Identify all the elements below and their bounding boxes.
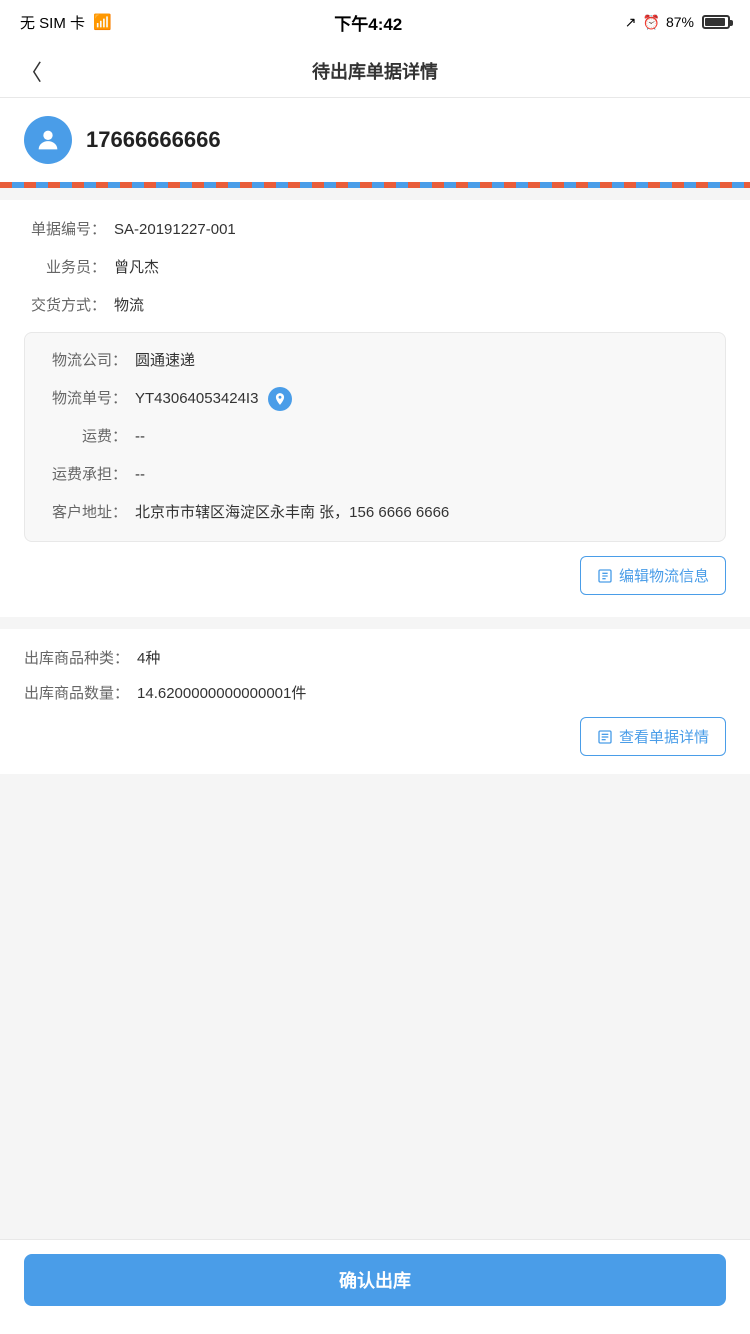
wifi-icon: 📶 <box>93 13 112 31</box>
status-left: 无 SIM 卡 📶 <box>20 12 112 33</box>
logistics-card: 物流公司： 圆通速递 物流单号： YT43064053424I3 运费： -- <box>24 332 726 542</box>
logistics-tracking-label: 物流单号： <box>45 387 135 411</box>
confirm-outbound-label: 确认出库 <box>339 1267 411 1293</box>
logistics-company-label: 物流公司： <box>45 349 135 373</box>
goods-type-value: 4种 <box>137 647 160 668</box>
address-row: 客户地址： 北京市市辖区海淀区永丰南 张，156 6666 6666 <box>45 501 705 525</box>
goods-quantity-value: 14.6200000000000001件 <box>137 682 306 703</box>
status-bar: 无 SIM 卡 📶 下午4:42 ↗ ⏰ 87% <box>0 0 750 44</box>
delivery-method-row: 交货方式： 物流 <box>24 294 726 318</box>
battery-percent: 87% <box>666 14 694 30</box>
view-detail-label: 查看单据详情 <box>619 726 709 747</box>
goods-type-label: 出库商品种类： <box>24 647 137 668</box>
logistics-company-row: 物流公司： 圆通速递 <box>45 349 705 373</box>
dashed-divider <box>0 182 750 188</box>
status-right: ↗ ⏰ 87% <box>625 14 730 31</box>
goods-quantity-label: 出库商品数量： <box>24 682 137 703</box>
document-number-row: 单据编号： SA-20191227-001 <box>24 218 726 242</box>
goods-quantity-row: 出库商品数量： 14.6200000000000001件 <box>24 682 726 703</box>
freight-row: 运费： -- <box>45 425 705 449</box>
address-value: 北京市市辖区海淀区永丰南 张，156 6666 6666 <box>135 501 705 525</box>
document-number-value: SA-20191227-001 <box>114 218 726 242</box>
logistics-tracking-row: 物流单号： YT43064053424I3 <box>45 387 705 411</box>
avatar <box>24 116 72 164</box>
freight-value: -- <box>135 425 705 449</box>
confirm-outbound-button[interactable]: 确认出库 <box>24 1254 726 1306</box>
freight-bearer-label: 运费承担： <box>45 463 135 487</box>
status-time: 下午4:42 <box>334 10 402 35</box>
edit-logistics-label: 编辑物流信息 <box>619 565 709 586</box>
carrier-text: 无 SIM 卡 <box>20 12 85 33</box>
view-detail-button[interactable]: 查看单据详情 <box>580 717 726 756</box>
salesperson-row: 业务员： 曾凡杰 <box>24 256 726 280</box>
freight-bearer-value: -- <box>135 463 705 487</box>
delivery-method-label: 交货方式： <box>24 294 114 318</box>
alarm-icon: ⏰ <box>643 14 660 31</box>
nav-bar: 〈 待出库单据详情 <box>0 44 750 98</box>
salesperson-label: 业务员： <box>24 256 114 280</box>
goods-section: 出库商品种类： 4种 出库商品数量： 14.6200000000000001件 … <box>0 629 750 774</box>
battery-icon <box>702 15 730 29</box>
detail-btn-row: 查看单据详情 <box>24 717 726 756</box>
logistics-tracking-value-wrap: YT43064053424I3 <box>135 387 705 411</box>
address-label: 客户地址： <box>45 501 135 525</box>
edit-logistics-button[interactable]: 编辑物流信息 <box>580 556 726 595</box>
salesperson-value: 曾凡杰 <box>114 256 726 280</box>
tracking-location-icon[interactable] <box>268 387 292 411</box>
freight-bearer-row: 运费承担： -- <box>45 463 705 487</box>
logistics-company-value: 圆通速递 <box>135 349 705 373</box>
logistics-tracking-number: YT43064053424I3 <box>135 387 258 411</box>
customer-section: 17666666666 <box>0 98 750 182</box>
goods-type-row: 出库商品种类： 4种 <box>24 647 726 668</box>
edit-btn-row: 编辑物流信息 <box>24 556 726 599</box>
document-number-label: 单据编号： <box>24 218 114 242</box>
freight-label: 运费： <box>45 425 135 449</box>
page-title: 待出库单据详情 <box>312 58 438 84</box>
back-button[interactable]: 〈 <box>12 47 50 95</box>
order-info-section: 单据编号： SA-20191227-001 业务员： 曾凡杰 交货方式： 物流 … <box>0 200 750 617</box>
location-arrow-icon: ↗ <box>625 14 637 31</box>
main-content: 17666666666 单据编号： SA-20191227-001 业务员： 曾… <box>0 98 750 884</box>
delivery-method-value: 物流 <box>114 294 726 318</box>
customer-phone: 17666666666 <box>86 127 221 153</box>
confirm-btn-wrap: 确认出库 <box>0 1239 750 1334</box>
